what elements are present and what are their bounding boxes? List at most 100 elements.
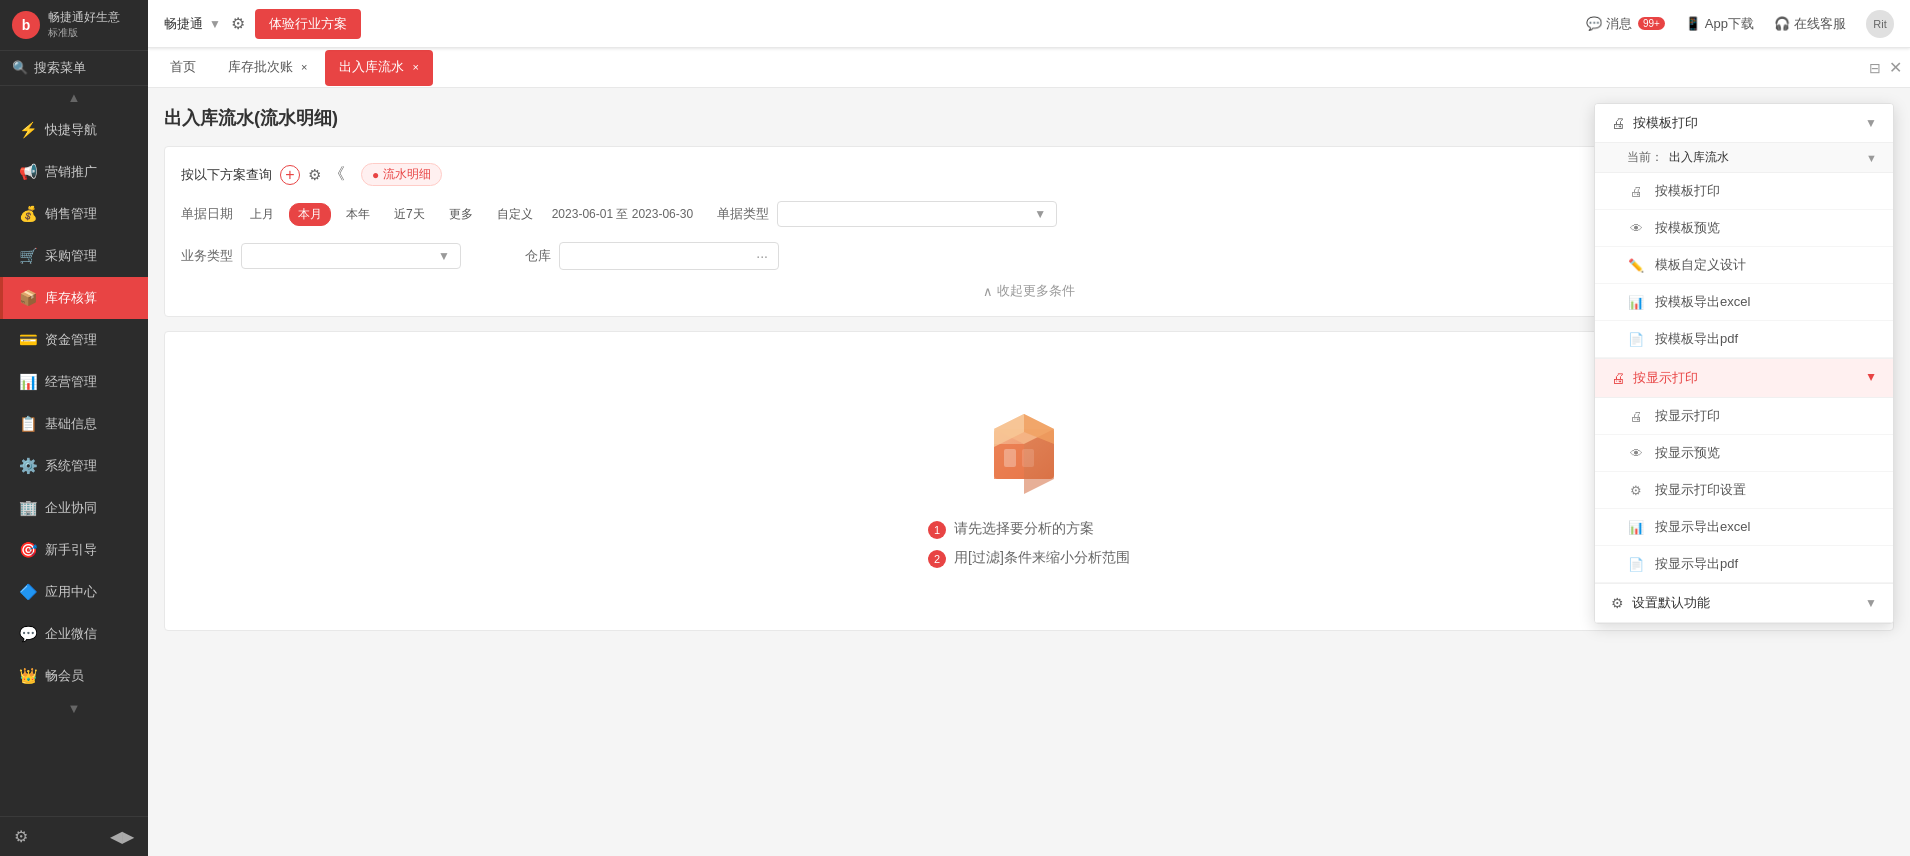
date-btn-this-year[interactable]: 本年 <box>337 203 379 226</box>
display-export-pdf-label: 按显示导出pdf <box>1655 555 1877 573</box>
tab-close-all-btn[interactable]: ✕ <box>1889 58 1902 77</box>
tab-inout-flow-close[interactable]: × <box>412 61 418 73</box>
online-service-label: 在线客服 <box>1794 15 1846 33</box>
dropdown-panel: 🖨 按模板打印 ▼ 当前： 出入库流水 ▼ 🖨 按模板打印 👁 按模板预览 ✏️… <box>1594 103 1894 624</box>
sidebar-nav: ▲ ⚡ 快捷导航 📢 营销推广 💰 销售管理 🛒 采购管理 📦 库存核算 💳 资… <box>0 86 148 816</box>
sidebar-scroll-down[interactable]: ▼ <box>0 697 148 720</box>
template-export-excel-item[interactable]: 📊 按模板导出excel <box>1595 284 1893 321</box>
display-print-settings-item[interactable]: ⚙ 按显示打印设置 <box>1595 472 1893 509</box>
chevron-up-icon: ∧ <box>983 284 993 299</box>
display-section-arrow: ▲ <box>1865 371 1877 385</box>
filter-settings-icon[interactable]: ⚙ <box>308 166 321 184</box>
sidebar-scroll-up[interactable]: ▲ <box>0 86 148 109</box>
doc-type-arrow: ▼ <box>1034 207 1046 221</box>
date-btn-more[interactable]: 更多 <box>440 203 482 226</box>
sidebar-item-guide[interactable]: 🎯 新手引导 <box>0 529 148 571</box>
sidebar-item-label: 应用中心 <box>45 583 97 601</box>
tab-inout-flow-label: 出入库流水 <box>339 58 404 76</box>
trial-btn[interactable]: 体验行业方案 <box>255 9 361 39</box>
sidebar-item-wechat[interactable]: 💬 企业微信 <box>0 613 148 655</box>
biz-type-arrow: ▼ <box>438 249 450 263</box>
sidebar-item-app-center[interactable]: 🔷 应用中心 <box>0 571 148 613</box>
template-export-pdf-item[interactable]: 📄 按模板导出pdf <box>1595 321 1893 358</box>
guide-icon: 🎯 <box>19 541 37 559</box>
filter-add-btn[interactable]: + <box>280 165 300 185</box>
display-export-excel-label: 按显示导出excel <box>1655 518 1877 536</box>
date-btn-last-month[interactable]: 上月 <box>241 203 283 226</box>
online-service-btn[interactable]: 🎧 在线客服 <box>1774 15 1846 33</box>
tab-batch-account[interactable]: 库存批次账 × <box>214 50 321 86</box>
filter-collapse-icon[interactable]: 《 <box>329 164 345 185</box>
display-export-pdf-item[interactable]: 📄 按显示导出pdf <box>1595 546 1893 583</box>
tab-home[interactable]: 首页 <box>156 50 210 86</box>
sidebar-item-label: 经营管理 <box>45 373 97 391</box>
current-badge-arrow[interactable]: ▼ <box>1866 152 1877 164</box>
collapse-sidebar-icon[interactable]: ◀▶ <box>110 827 134 846</box>
sidebar-item-inventory[interactable]: 📦 库存核算 <box>0 277 148 319</box>
sidebar-item-operation[interactable]: 📊 经营管理 <box>0 361 148 403</box>
display-preview-item[interactable]: 👁 按显示预览 <box>1595 435 1893 472</box>
tab-inout-flow[interactable]: 出入库流水 × <box>325 50 432 86</box>
date-btn-7days[interactable]: 近7天 <box>385 203 434 226</box>
sidebar-item-label: 资金管理 <box>45 331 97 349</box>
date-btn-custom[interactable]: 自定义 <box>488 203 542 226</box>
sidebar-item-system[interactable]: ⚙️ 系统管理 <box>0 445 148 487</box>
inventory-icon: 📦 <box>19 289 37 307</box>
warehouse-more-icon[interactable]: ··· <box>756 248 768 264</box>
sidebar-search[interactable]: 🔍 搜索菜单 <box>0 51 148 86</box>
sidebar-item-finance[interactable]: 💳 资金管理 <box>0 319 148 361</box>
template-export-pdf-label: 按模板导出pdf <box>1655 330 1877 348</box>
sidebar-item-member[interactable]: 👑 畅会员 <box>0 655 148 697</box>
doc-type-select[interactable]: ▼ <box>777 201 1057 227</box>
sub-excel-icon-1: 📊 <box>1627 295 1645 310</box>
sidebar-item-label: 库存核算 <box>45 289 97 307</box>
sales-icon: 💰 <box>19 205 37 223</box>
avatar[interactable]: Rit <box>1866 10 1894 38</box>
sub-printer-icon-1: 🖨 <box>1627 184 1645 199</box>
display-print-item[interactable]: 🖨 按显示打印 <box>1595 398 1893 435</box>
sidebar-item-label: 基础信息 <box>45 415 97 433</box>
step-1-text: 请先选择要分析的方案 <box>954 520 1094 538</box>
filter-tag-icon: ● <box>372 168 379 182</box>
username: 畅捷通 <box>164 15 203 33</box>
display-export-excel-item[interactable]: 📊 按显示导出excel <box>1595 509 1893 546</box>
user-dropdown-icon[interactable]: ▼ <box>209 17 221 31</box>
template-design-item[interactable]: ✏️ 模板自定义设计 <box>1595 247 1893 284</box>
warehouse-label: 仓库 <box>525 247 551 265</box>
sidebar-logo: b 畅捷通好生意 标准版 <box>0 0 148 51</box>
date-filter-options: 上月 本月 本年 近7天 更多 自定义 2023-06-01 至 2023-06… <box>241 203 693 226</box>
filter-collapse-btn[interactable]: ∧ 收起更多条件 <box>983 282 1075 300</box>
empty-step-2: 2 用[过滤]条件来缩小分析范围 <box>928 549 1130 568</box>
sidebar-item-basic-info[interactable]: 📋 基础信息 <box>0 403 148 445</box>
date-btn-this-month[interactable]: 本月 <box>289 203 331 226</box>
biz-type-select[interactable]: ▼ <box>241 243 461 269</box>
display-print-section-header[interactable]: 🖨 按显示打印 ▲ <box>1595 359 1893 398</box>
sub-preview-icon-1: 👁 <box>1627 221 1645 236</box>
warehouse-select[interactable]: ··· <box>559 242 779 270</box>
tab-minimize-icon[interactable]: ⊟ <box>1869 60 1881 76</box>
wechat-icon: 💬 <box>19 625 37 643</box>
template-preview-item[interactable]: 👁 按模板预览 <box>1595 210 1893 247</box>
default-section-arrow: ▼ <box>1865 596 1877 610</box>
settings-footer-icon[interactable]: ⚙ <box>14 827 28 846</box>
message-btn[interactable]: 💬 消息 99+ <box>1586 15 1665 33</box>
default-section-header[interactable]: ⚙ 设置默认功能 ▼ <box>1595 584 1893 623</box>
app-download-btn[interactable]: 📱 App下载 <box>1685 15 1754 33</box>
filter-tag-liushui[interactable]: ● 流水明细 <box>361 163 442 186</box>
template-print-section-header[interactable]: 🖨 按模板打印 ▼ <box>1595 104 1893 143</box>
sidebar-item-label: 营销推广 <box>45 163 97 181</box>
sidebar-item-enterprise[interactable]: 🏢 企业协同 <box>0 487 148 529</box>
filter-field-doc-type: 单据类型 ▼ <box>717 201 1057 227</box>
default-settings-icon: ⚙ <box>1611 595 1624 611</box>
sidebar-item-purchase[interactable]: 🛒 采购管理 <box>0 235 148 277</box>
sub-preview-icon-2: 👁 <box>1627 446 1645 461</box>
template-print-item[interactable]: 🖨 按模板打印 <box>1595 173 1893 210</box>
user-area[interactable]: 畅捷通 ▼ <box>164 15 221 33</box>
sidebar-item-marketing[interactable]: 📢 营销推广 <box>0 151 148 193</box>
purchase-icon: 🛒 <box>19 247 37 265</box>
sidebar-item-quick-nav[interactable]: ⚡ 快捷导航 <box>0 109 148 151</box>
tab-batch-account-close[interactable]: × <box>301 61 307 73</box>
sidebar-item-sales[interactable]: 💰 销售管理 <box>0 193 148 235</box>
sidebar-item-label: 销售管理 <box>45 205 97 223</box>
topbar-gear-icon[interactable]: ⚙ <box>231 14 245 33</box>
